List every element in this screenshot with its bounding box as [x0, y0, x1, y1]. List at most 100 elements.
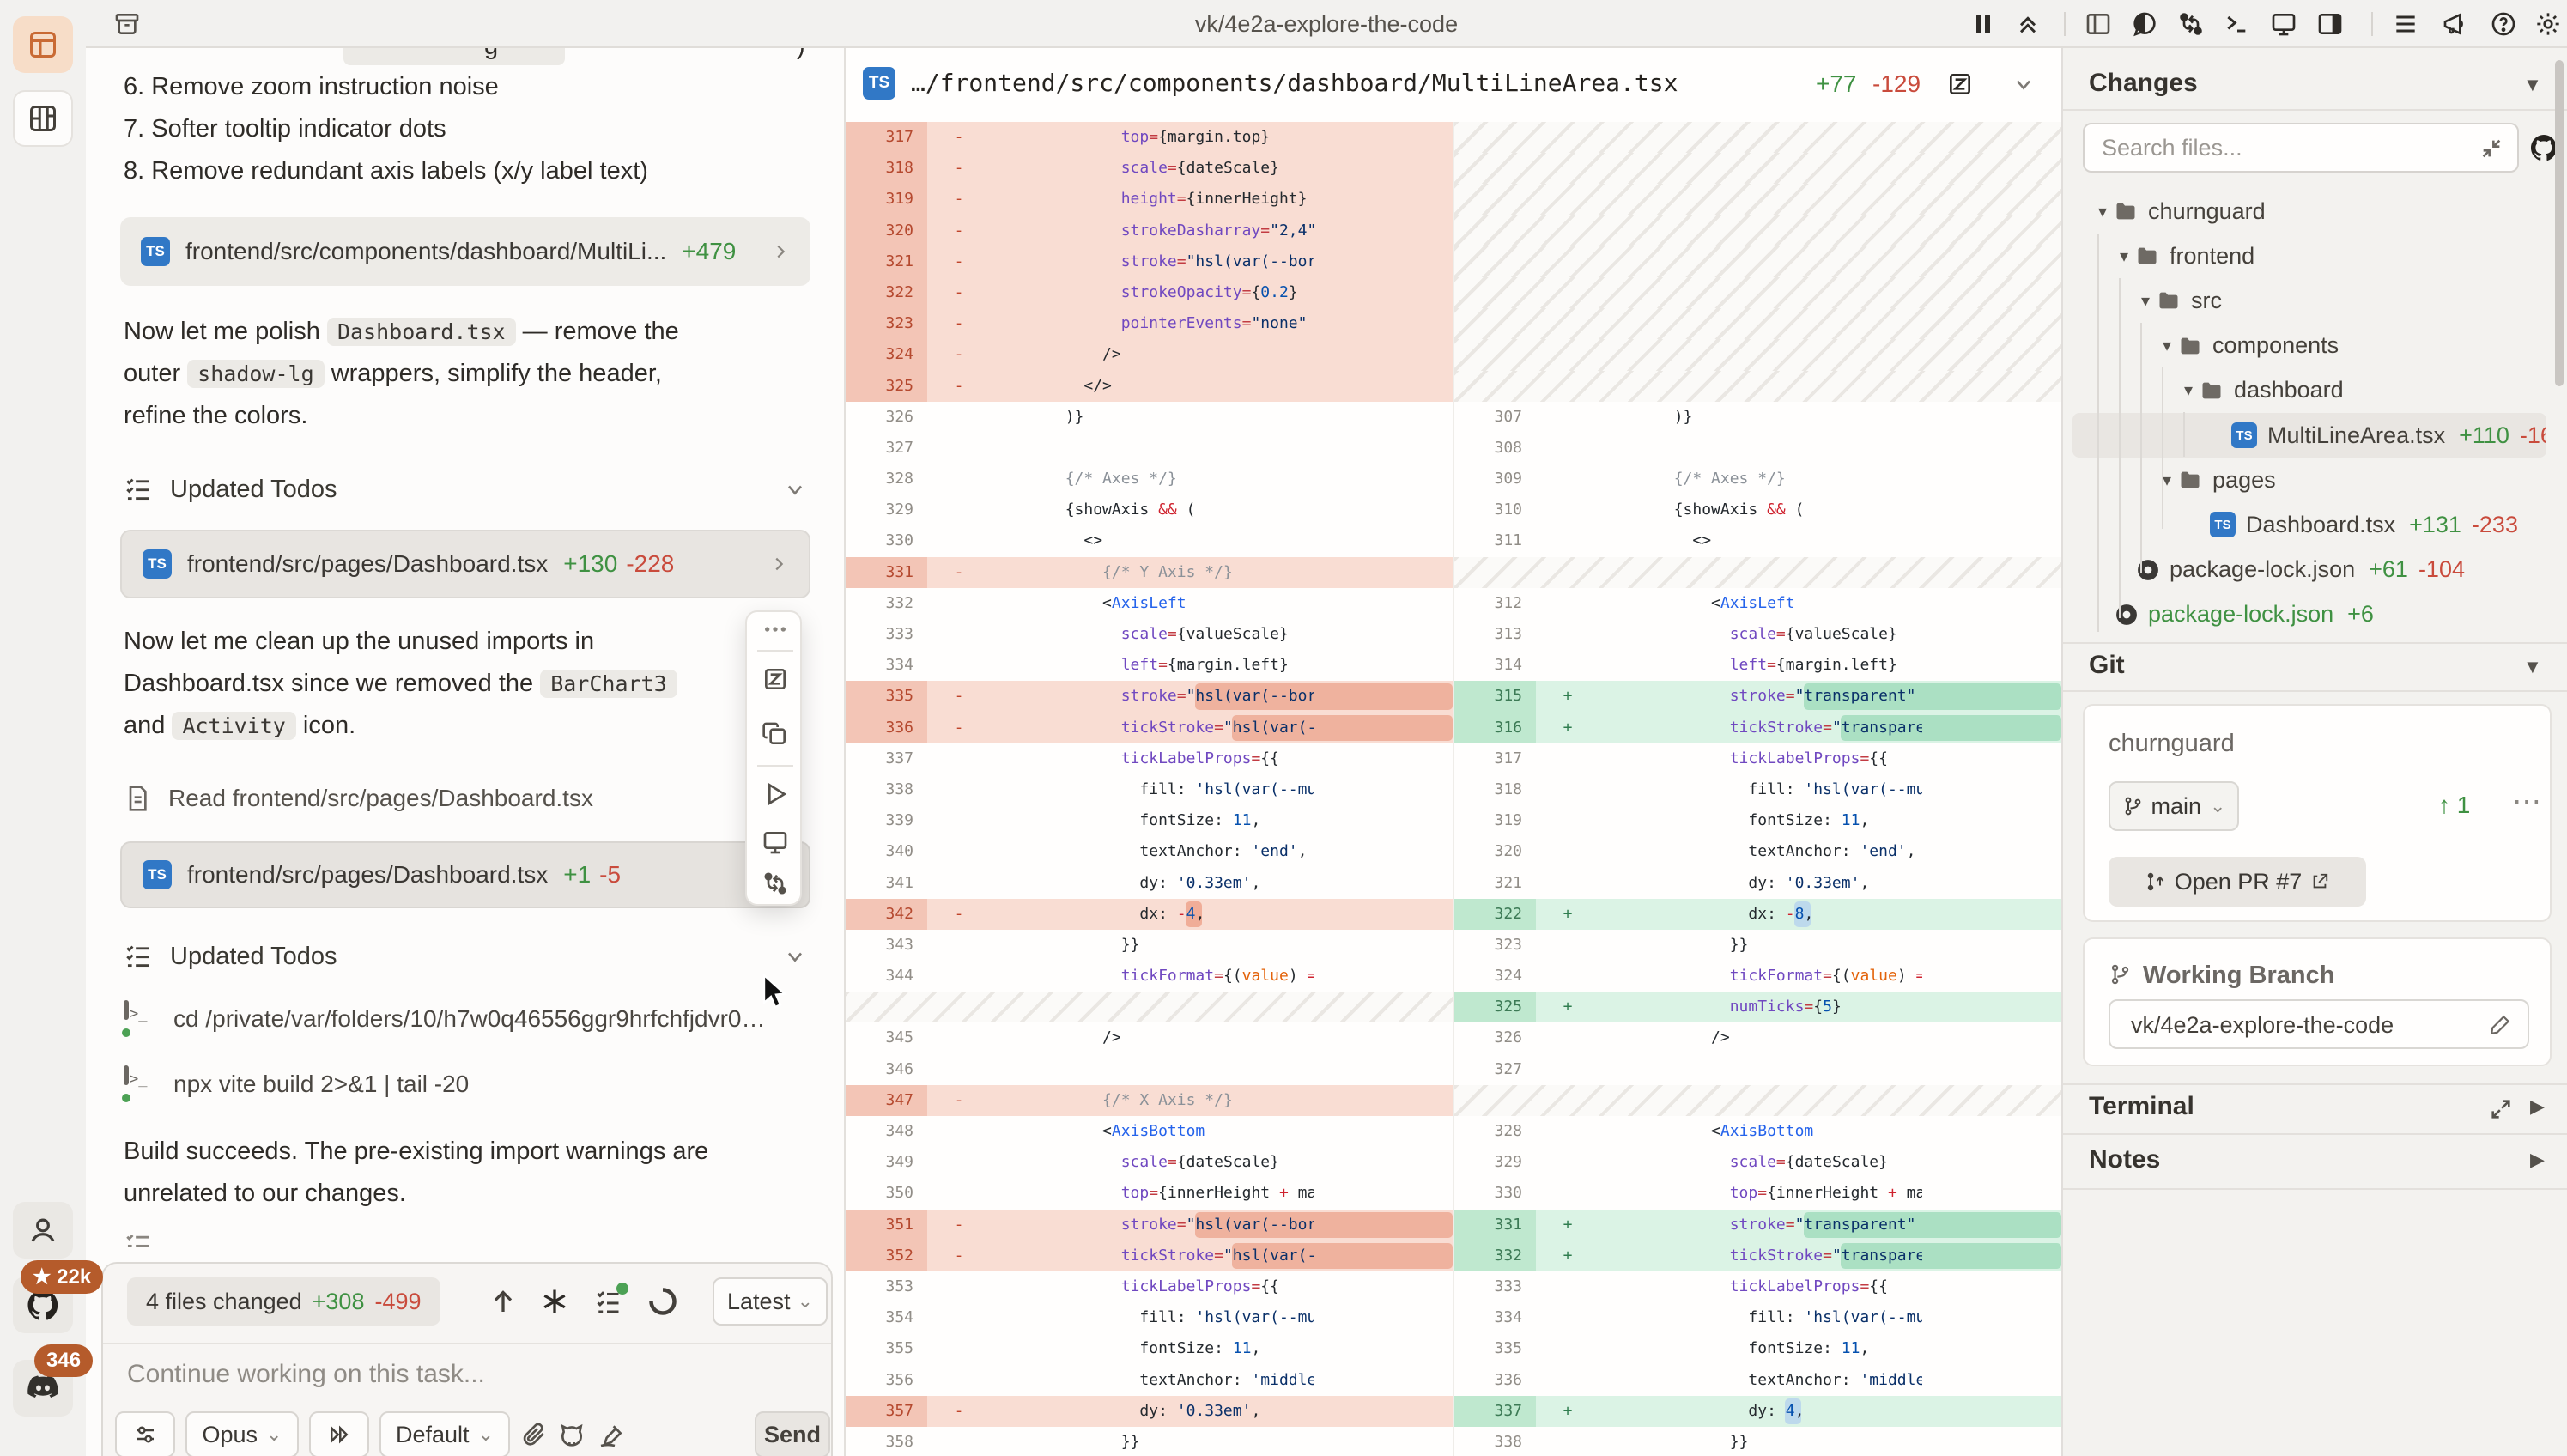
chat-bubble-icon[interactable]	[2131, 10, 2158, 38]
terminal-command-row[interactable]: >_ npx vite build 2>&1 | tail -20	[124, 1063, 807, 1106]
panel-right-icon[interactable]	[2316, 10, 2344, 38]
lines-added: +1	[563, 861, 591, 889]
caret-down-icon[interactable]: ▾	[2098, 201, 2107, 222]
pull-request-icon	[2145, 871, 2166, 892]
send-button[interactable]: Send	[755, 1411, 830, 1456]
layout-view-button[interactable]	[13, 16, 73, 73]
scroll-up-icon[interactable]	[488, 1286, 519, 1317]
caret-down-icon[interactable]: ▾	[2163, 470, 2171, 491]
attach-icon[interactable]	[520, 1422, 548, 1449]
chat-panel: g ) 6. Remove zoom instruction noise 7. …	[86, 48, 846, 1456]
collapse-all-icon[interactable]	[2014, 10, 2042, 38]
updated-todos-row[interactable]: Updated Todos	[124, 935, 807, 978]
tree-folder-pages[interactable]: ▾pages	[2072, 458, 2546, 502]
updated-todos-row[interactable]: Updated Todos	[124, 468, 807, 511]
diff-panel: TS …/frontend/src/components/dashboard/M…	[846, 48, 2061, 1456]
section-caret-icon[interactable]: ▶	[2530, 1149, 2545, 1171]
notes-section-header[interactable]: Notes	[2089, 1145, 2160, 1174]
pen-icon[interactable]	[598, 1422, 625, 1449]
caret-down-icon[interactable]: ▾	[2141, 290, 2150, 312]
branch-dropdown[interactable]: main⌄	[2109, 781, 2239, 831]
line-number: 311	[1454, 525, 1536, 556]
megaphone-icon[interactable]	[2442, 10, 2469, 38]
file-name: components	[2212, 332, 2339, 359]
terminal-command-row[interactable]: >_ cd /private/var/folders/10/h7w0q46556…	[124, 998, 807, 1040]
git-compare-icon[interactable]	[2177, 10, 2205, 38]
menu-icon[interactable]	[2392, 10, 2419, 38]
tree-file-Dashboard.tsx[interactable]: TSDashboard.tsx+131-233	[2072, 502, 2546, 547]
line-number: 335	[1454, 1333, 1536, 1364]
model-dropdown[interactable]: Opus⌄	[185, 1411, 299, 1456]
copy-icon[interactable]	[762, 720, 789, 748]
expand-icon[interactable]	[2489, 1097, 2513, 1121]
more-options-icon[interactable]	[762, 616, 789, 643]
chevron-down-icon[interactable]	[783, 944, 807, 968]
help-icon[interactable]	[2490, 10, 2517, 38]
collapse-tree-icon[interactable]	[2479, 136, 2503, 161]
line-number: 324	[846, 339, 927, 370]
search-input[interactable]	[2085, 124, 2466, 171]
tree-file-MultiLineArea.tsx[interactable]: TSMultiLineArea.tsx+110-162	[2072, 413, 2546, 458]
cat-icon[interactable]	[558, 1422, 586, 1449]
changes-section-header[interactable]: Changes	[2089, 69, 2198, 98]
git-section-header[interactable]: Git	[2089, 651, 2125, 680]
working-branch-card: Working Branch vk/4e2a-explore-the-code	[2083, 937, 2552, 1066]
open-pr-button[interactable]: Open PR #7	[2109, 857, 2366, 907]
line-number: 323	[846, 308, 927, 339]
chevron-down-icon[interactable]	[783, 477, 807, 501]
diff-header[interactable]: TS …/frontend/src/components/dashboard/M…	[846, 48, 2061, 120]
run-icon[interactable]	[762, 780, 789, 808]
tree-file-package-lock.json[interactable]: package-lock.json+61-104	[2072, 548, 2546, 592]
section-caret-icon[interactable]: ▶	[2530, 1095, 2545, 1118]
diff-old-line: 353 tickLabelProps={{	[846, 1271, 1453, 1302]
preview-icon[interactable]	[762, 828, 789, 856]
account-button[interactable]	[13, 1202, 73, 1259]
todos-status-icon[interactable]	[594, 1286, 625, 1317]
panel-left-icon[interactable]	[2085, 10, 2112, 38]
search-files-box[interactable]	[2083, 123, 2519, 173]
tree-folder-src[interactable]: ▾src	[2072, 278, 2546, 323]
external-link-icon	[2310, 872, 2329, 891]
terminal-section-header[interactable]: Terminal	[2089, 1092, 2194, 1121]
settings-gear-icon[interactable]	[2534, 10, 2562, 38]
file-change-chip[interactable]: TS frontend/src/pages/Dashboard.tsx +130…	[120, 530, 810, 598]
composer-settings-button[interactable]	[115, 1411, 175, 1456]
scrollbar-thumb[interactable]	[2555, 60, 2564, 386]
version-dropdown[interactable]: Latest ⌄	[713, 1277, 828, 1326]
pencil-icon[interactable]	[2490, 1013, 2512, 1035]
open-in-editor-icon[interactable]	[1946, 70, 1974, 98]
caret-down-icon[interactable]: ▾	[2184, 379, 2193, 401]
file-change-chip[interactable]: TS frontend/src/components/dashboard/Mul…	[120, 217, 810, 286]
line-number: 327	[846, 433, 927, 464]
section-caret-icon[interactable]: ▼	[2523, 656, 2542, 678]
mode-dropdown[interactable]: Default⌄	[379, 1411, 510, 1456]
diff-old-line: 334 left={margin.left}	[846, 650, 1453, 681]
tree-file-package-lock.json[interactable]: package-lock.json+6	[2072, 592, 2546, 637]
spark-icon[interactable]	[539, 1286, 570, 1317]
pause-icon[interactable]	[1969, 10, 1997, 38]
board-view-button[interactable]	[13, 90, 73, 147]
read-file-row[interactable]: Read frontend/src/pages/Dashboard.tsx	[124, 777, 807, 820]
files-changed-summary[interactable]: 4 files changed +308 -499	[127, 1277, 440, 1326]
caret-down-icon[interactable]: ▾	[2163, 335, 2171, 356]
fast-forward-button[interactable]	[309, 1411, 369, 1456]
screen-share-icon[interactable]	[2270, 10, 2297, 38]
tree-folder-churnguard[interactable]: ▾churnguard	[2072, 189, 2546, 234]
file-change-chip[interactable]: TS frontend/src/pages/Dashboard.tsx +1-5	[120, 841, 810, 908]
terminal-icon[interactable]	[2224, 10, 2251, 38]
section-caret-icon[interactable]: ▼	[2523, 74, 2542, 96]
line-number: 320	[846, 215, 927, 246]
open-in-editor-icon[interactable]	[762, 665, 789, 693]
line-number: 317	[846, 122, 927, 153]
tree-folder-dashboard[interactable]: ▾dashboard	[2072, 368, 2546, 413]
tree-folder-components[interactable]: ▾ components	[2072, 324, 2546, 368]
working-branch-input[interactable]: vk/4e2a-explore-the-code	[2109, 999, 2529, 1049]
tree-folder-frontend[interactable]: ▾frontend	[2072, 234, 2546, 278]
line-number: 331	[1454, 1210, 1536, 1241]
caret-down-icon[interactable]: ▾	[2120, 246, 2128, 267]
task-input[interactable]: Continue working on this task...	[127, 1360, 485, 1389]
chevron-down-icon[interactable]	[2012, 72, 2036, 96]
lines-removed: -162	[2520, 422, 2546, 449]
git-compare-icon[interactable]	[762, 870, 789, 897]
more-options-icon[interactable]: ⋯	[2512, 785, 2544, 819]
